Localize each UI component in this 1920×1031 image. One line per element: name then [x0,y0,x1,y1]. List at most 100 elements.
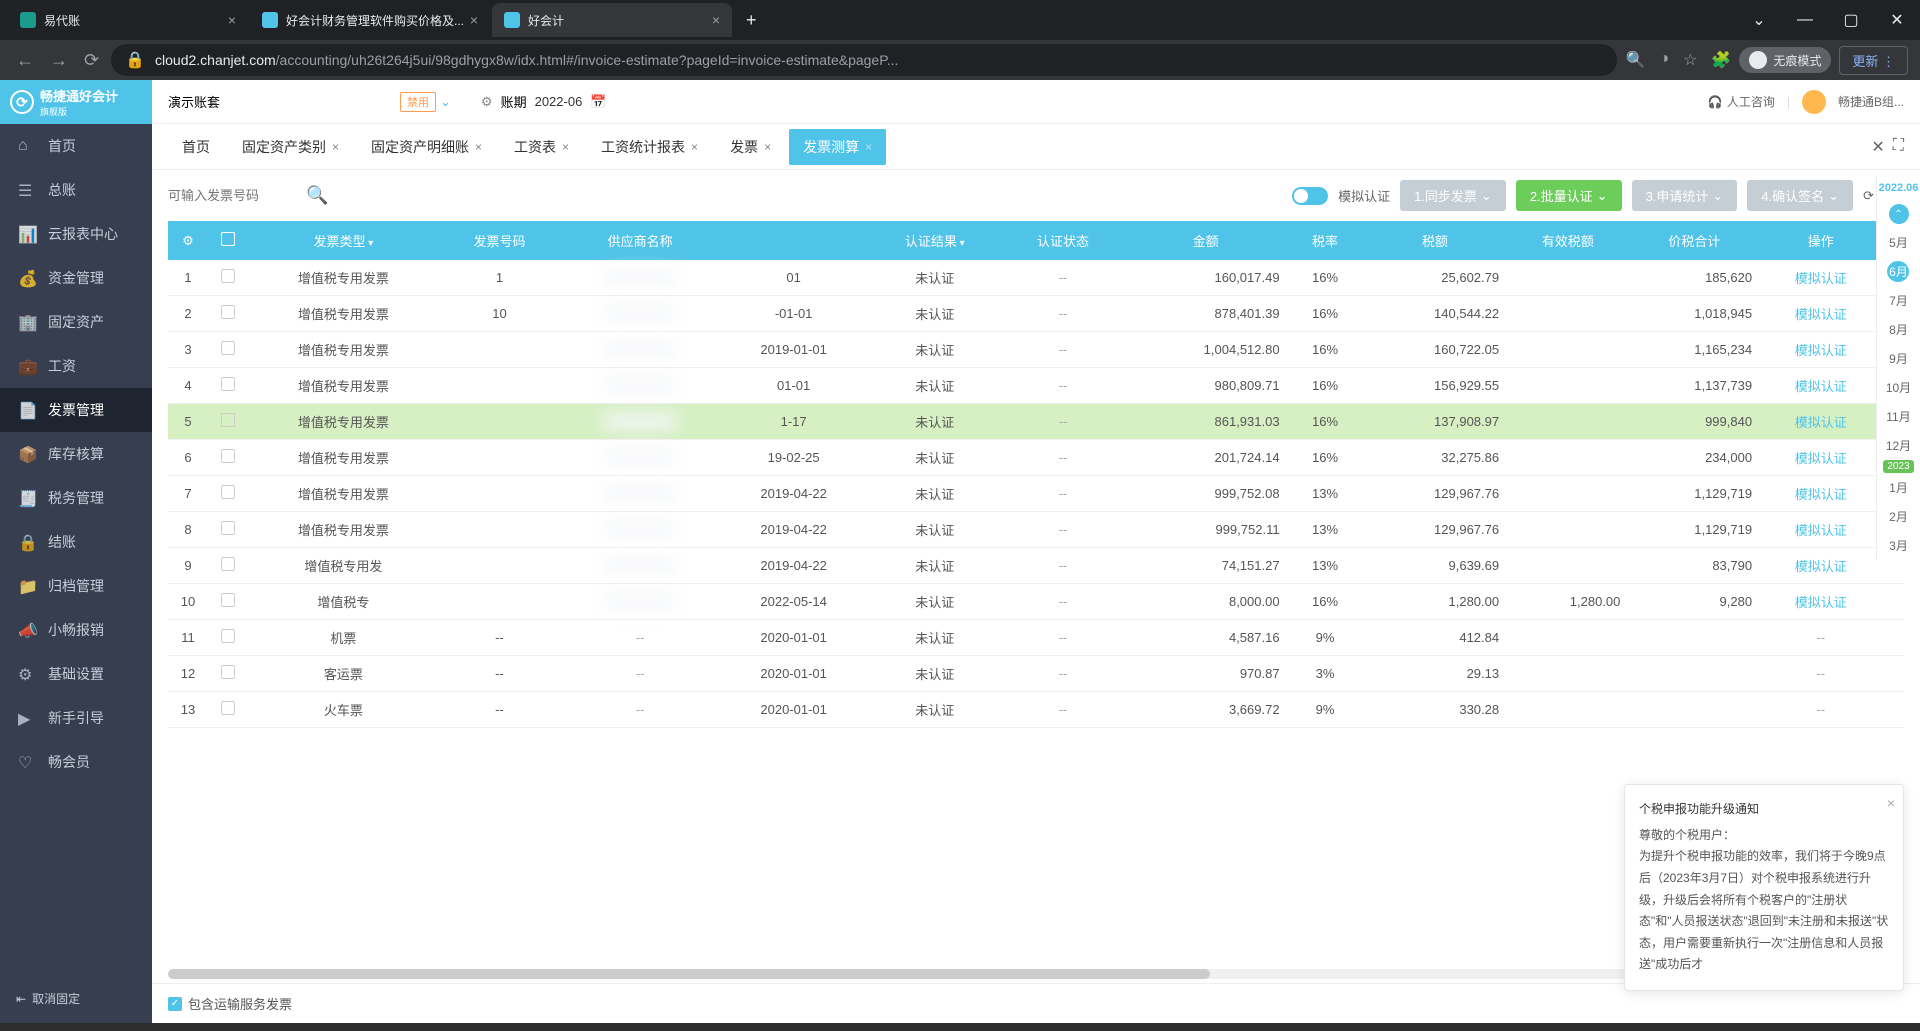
page-tab-3[interactable]: 工资表× [500,129,583,165]
bookmark-icon[interactable]: ☆ [1683,50,1697,70]
simulate-verify-link[interactable]: 模拟认证 [1795,343,1847,358]
close-icon[interactable]: × [764,140,771,154]
close-button[interactable]: ✕ [1874,3,1920,37]
close-icon[interactable]: × [712,12,720,28]
simulate-verify-link[interactable]: 模拟认证 [1795,595,1847,610]
period-value[interactable]: 2022-06 [535,94,583,109]
th-result[interactable]: 认证结果 [867,221,1002,260]
include-transport-checkbox[interactable]: ✓ [168,997,182,1011]
rail-month[interactable]: 12月 [1886,431,1911,460]
table-row[interactable]: 9 增值税专用发 ████████ 2019-04-22 未认证 -- 74,1… [168,548,1904,584]
close-icon[interactable]: × [691,140,698,154]
th-gear[interactable]: ⚙ [168,221,208,260]
rail-month[interactable]: 2月 [1889,502,1908,531]
chevron-down-icon[interactable]: ⌄ [440,94,451,110]
new-tab-button[interactable]: + [734,10,769,31]
devtools-icon[interactable]: ◑ [1659,50,1669,70]
sidebar-item-2[interactable]: 📊云报表中心 [0,212,152,256]
row-checkbox[interactable] [221,485,235,499]
url-input[interactable]: 🔒 cloud2.chanjet.com/accounting/uh26t264… [111,44,1617,76]
sidebar-item-6[interactable]: 📄发票管理 [0,388,152,432]
forward-button[interactable]: → [46,46,72,75]
sidebar-item-11[interactable]: 📣小畅报销 [0,608,152,652]
row-checkbox[interactable] [221,665,235,679]
scrollbar-thumb[interactable] [168,969,1210,979]
browser-tab-2[interactable]: 好会计 × [492,3,732,37]
table-row[interactable]: 12 客运票 -- -- 2020-01-01 未认证 -- 970.87 3%… [168,656,1904,692]
reload-button[interactable]: ⟳ [80,46,103,75]
user-name[interactable]: 畅捷通B组... [1838,93,1904,110]
page-tab-4[interactable]: 工资统计报表× [587,129,712,165]
sidebar-item-14[interactable]: ♡畅会员 [0,740,152,784]
page-tab-5[interactable]: 发票× [716,129,785,165]
simulate-verify-link[interactable]: 模拟认证 [1795,379,1847,394]
th-checkbox[interactable] [208,221,248,260]
simulate-verify-link[interactable]: 模拟认证 [1795,307,1847,322]
sidebar-unpin-button[interactable]: ⇤ 取消固定 [0,974,152,1023]
row-checkbox[interactable] [221,341,235,355]
update-button[interactable]: 更新 ⋮ [1839,46,1908,75]
rail-month[interactable]: 8月 [1886,315,1911,344]
row-checkbox[interactable] [221,521,235,535]
account-select[interactable]: 演示账套 [168,92,220,111]
table-row[interactable]: 10 增值税专 ████████ 2022-05-14 未认证 -- 8,000… [168,584,1904,620]
row-checkbox[interactable] [221,449,235,463]
row-checkbox[interactable] [221,629,235,643]
calendar-icon[interactable]: 📅 [590,94,606,110]
sidebar-item-7[interactable]: 📦库存核算 [0,432,152,476]
row-checkbox[interactable] [221,413,235,427]
page-tab-2[interactable]: 固定资产明细账× [357,129,496,165]
row-checkbox[interactable] [221,557,235,571]
minimize-button[interactable]: — [1782,3,1828,37]
search-input[interactable] [168,188,298,203]
row-checkbox[interactable] [221,305,235,319]
step-4-button[interactable]: 4.确认签名 ⌄ [1747,180,1853,211]
simulate-toggle[interactable] [1292,187,1328,205]
search-icon[interactable]: 🔍 [306,185,328,206]
table-row[interactable]: 8 增值税专用发票 ████████ 2019-04-22 未认证 -- 999… [168,512,1904,548]
rail-month[interactable]: 9月 [1886,344,1911,373]
close-icon[interactable]: × [865,140,872,154]
sidebar-item-13[interactable]: ▶新手引导 [0,696,152,740]
browser-tab-1[interactable]: 好会计财务管理软件购买价格及... × [250,3,490,37]
table-row[interactable]: 6 增值税专用发票 ████████ 19-02-25 未认证 -- 201,7… [168,440,1904,476]
sidebar-item-8[interactable]: 🧾税务管理 [0,476,152,520]
support-link[interactable]: 🎧 人工咨询 [1708,93,1775,110]
simulate-verify-link[interactable]: 模拟认证 [1795,487,1847,502]
sidebar-item-10[interactable]: 📁归档管理 [0,564,152,608]
rail-month[interactable]: 10月 [1886,373,1911,402]
table-row[interactable]: 13 火车票 -- -- 2020-01-01 未认证 -- 3,669.72 … [168,692,1904,728]
close-all-tabs-button[interactable]: ✕ [1871,137,1884,157]
simulate-verify-link[interactable]: 模拟认证 [1795,415,1847,430]
chevron-down-icon[interactable]: ⌄ [1736,3,1782,37]
table-row[interactable]: 11 机票 -- -- 2020-01-01 未认证 -- 4,587.16 9… [168,620,1904,656]
sidebar-item-4[interactable]: 🏢固定资产 [0,300,152,344]
sidebar-item-5[interactable]: 💼工资 [0,344,152,388]
close-icon[interactable]: × [470,12,478,28]
gear-icon[interactable]: ⚙ [481,94,493,110]
page-tab-1[interactable]: 固定资产类别× [228,129,353,165]
table-row[interactable]: 3 增值税专用发票 ████████ 2019-01-01 未认证 -- 1,0… [168,332,1904,368]
row-checkbox[interactable] [221,269,235,283]
avatar[interactable] [1802,90,1826,114]
browser-tab-0[interactable]: 易代账 × [8,3,248,37]
disable-tag[interactable]: 禁用 [400,92,436,112]
rail-month[interactable]: 11月 [1886,402,1911,431]
row-checkbox[interactable] [221,593,235,607]
close-icon[interactable]: × [332,140,339,154]
close-icon[interactable]: × [228,12,236,28]
step-3-button[interactable]: 3.申请统计 ⌄ [1632,180,1738,211]
row-checkbox[interactable] [221,701,235,715]
rail-collapse-button[interactable]: ⌃ [1889,204,1909,224]
sidebar-item-0[interactable]: ⌂首页 [0,124,152,168]
sidebar-item-1[interactable]: ☰总账 [0,168,152,212]
rail-month[interactable]: 5月 [1886,228,1911,257]
sidebar-item-3[interactable]: 💰资金管理 [0,256,152,300]
maximize-button[interactable]: ▢ [1828,3,1874,37]
page-tab-6[interactable]: 发票测算× [789,129,886,165]
table-row[interactable]: 5 增值税专用发票 ████████ 1-17 未认证 -- 861,931.0… [168,404,1904,440]
table-row[interactable]: 1 增值税专用发票 1 ████████ 01 未认证 -- 160,017.4… [168,260,1904,296]
rail-month[interactable]: 1月 [1889,473,1908,502]
page-tab-0[interactable]: 首页 [168,129,224,165]
th-invoice-type[interactable]: 发票类型 [248,221,439,260]
